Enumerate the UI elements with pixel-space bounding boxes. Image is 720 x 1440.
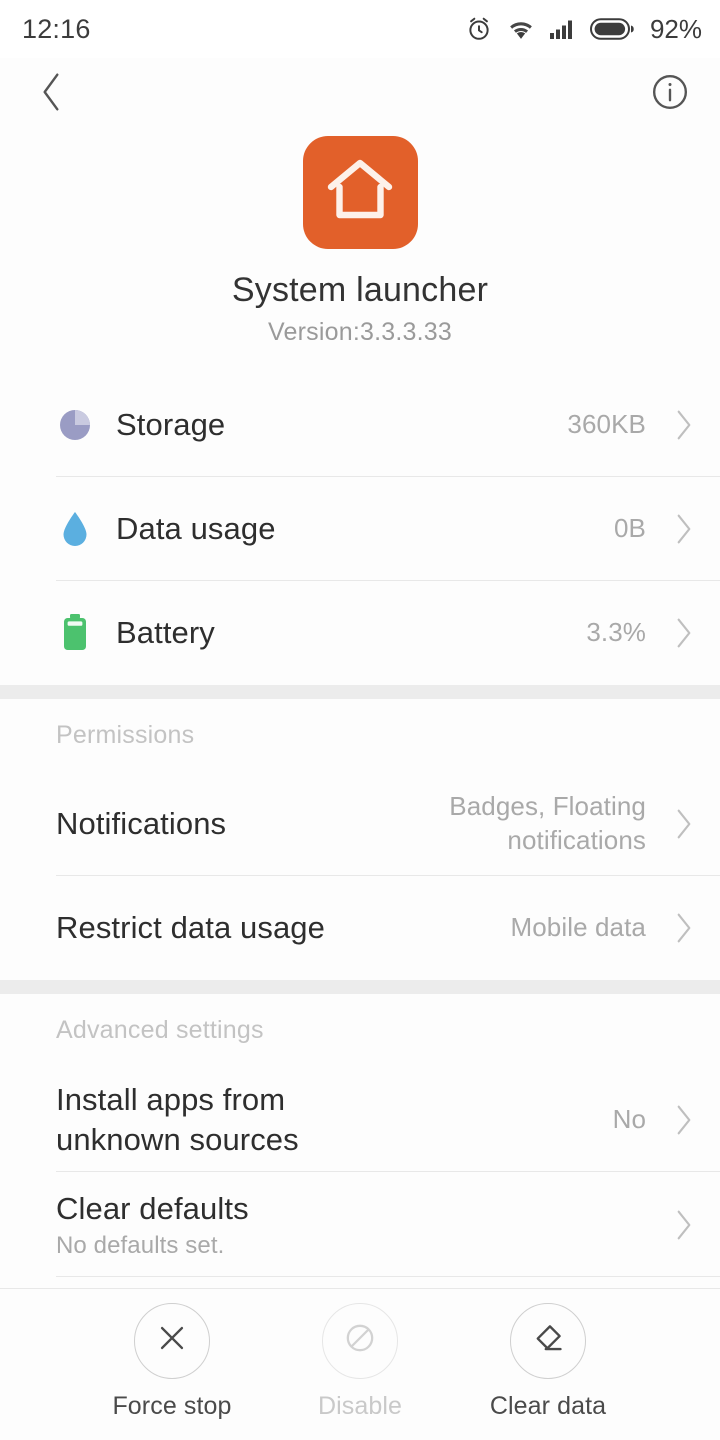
close-x-icon xyxy=(155,1321,189,1360)
app-icon xyxy=(302,136,418,249)
row-data-usage-label: Data usage xyxy=(116,511,276,547)
clear-data-circle xyxy=(510,1302,586,1379)
row-clear-defaults-subtitle: No defaults set. xyxy=(56,1232,225,1260)
row-install-unknown-sources-value: No xyxy=(612,1103,646,1134)
chevron-right-icon xyxy=(660,1209,694,1241)
advanced-section-title: Advanced settings xyxy=(56,1016,264,1044)
back-button[interactable] xyxy=(28,70,76,118)
cellular-signal-icon xyxy=(549,17,577,41)
row-notifications-main: Notifications xyxy=(56,804,376,844)
battery-icon xyxy=(589,17,634,41)
row-restrict-data-usage-main: Restrict data usage xyxy=(56,908,510,948)
chevron-right-icon xyxy=(660,617,694,649)
row-clear-defaults-label: Clear defaults xyxy=(56,1190,249,1226)
row-battery-main: Battery xyxy=(116,613,586,653)
section-divider-band xyxy=(0,980,720,994)
home-launcher-icon xyxy=(327,158,393,227)
row-storage-value: 360KB xyxy=(567,409,646,440)
chevron-right-icon xyxy=(660,808,694,840)
disable-button: Disable xyxy=(285,1302,435,1421)
disable-circle xyxy=(322,1302,398,1379)
eraser-icon xyxy=(530,1320,566,1361)
content-spacer xyxy=(0,1277,720,1288)
row-storage[interactable]: Storage 360KB xyxy=(0,373,720,477)
bottom-action-bar: Force stop Disable Clear data xyxy=(0,1288,720,1440)
row-restrict-data-usage-value: Mobile data xyxy=(510,912,646,943)
row-clear-defaults[interactable]: Clear defaults No defaults set. xyxy=(0,1172,720,1277)
row-install-unknown-sources-label: Install apps from unknown sources xyxy=(56,1081,299,1157)
clear-data-label: Clear data xyxy=(489,1391,607,1420)
row-storage-label: Storage xyxy=(116,407,226,443)
clear-data-button[interactable]: Clear data xyxy=(473,1302,623,1421)
chevron-right-icon xyxy=(660,409,694,441)
row-data-usage[interactable]: Data usage 0B xyxy=(0,477,720,581)
app-version: Version:3.3.3.33 xyxy=(268,318,452,346)
row-install-unknown-sources-main: Install apps from unknown sources xyxy=(56,1080,613,1159)
row-notifications-value: Badges, Floating notifications xyxy=(449,791,646,855)
force-stop-button[interactable]: Force stop xyxy=(97,1302,247,1421)
app-details-button[interactable] xyxy=(646,70,694,118)
battery-percent: 92% xyxy=(649,13,702,44)
wifi-icon xyxy=(506,17,536,41)
force-stop-label: Force stop xyxy=(112,1391,232,1420)
usage-group: Storage 360KB Data usage 0B Battery 3.3% xyxy=(0,373,720,685)
app-info-screen: 12:16 92% System launcher Version:3.3.3.… xyxy=(0,0,720,1440)
row-data-usage-value: 0B xyxy=(613,513,646,544)
chevron-left-icon xyxy=(37,72,67,117)
chevron-right-icon xyxy=(660,513,694,545)
row-data-usage-main: Data usage xyxy=(116,509,614,549)
pie-chart-icon xyxy=(56,407,94,443)
row-battery-label: Battery xyxy=(116,615,215,651)
info-circle-icon xyxy=(651,73,689,116)
chevron-right-icon xyxy=(660,912,694,944)
row-install-unknown-sources[interactable]: Install apps from unknown sources No xyxy=(0,1067,720,1172)
row-notifications-label: Notifications xyxy=(56,806,227,842)
app-header: System launcher Version:3.3.3.33 xyxy=(0,130,720,373)
block-circle-slash-icon xyxy=(343,1321,377,1360)
alarm-clock-icon xyxy=(465,15,493,43)
status-icons: 92% xyxy=(465,14,702,45)
row-notifications[interactable]: Notifications Badges, Floating notificat… xyxy=(0,772,720,876)
status-time: 12:16 xyxy=(22,13,91,44)
row-restrict-data-usage[interactable]: Restrict data usage Mobile data xyxy=(0,876,720,980)
row-battery[interactable]: Battery 3.3% xyxy=(0,581,720,685)
app-name: System launcher xyxy=(231,271,489,309)
water-drop-icon xyxy=(56,510,94,548)
status-bar: 12:16 92% xyxy=(0,0,720,58)
advanced-settings-group: Advanced settings Install apps from unkn… xyxy=(0,994,720,1277)
permissions-section-title: Permissions xyxy=(56,721,195,749)
row-battery-value: 3.3% xyxy=(586,617,646,648)
section-divider-band xyxy=(0,685,720,699)
top-navigation-bar xyxy=(0,58,720,130)
row-clear-defaults-main: Clear defaults No defaults set. xyxy=(56,1189,646,1261)
permissions-group: Permissions Notifications Badges, Floati… xyxy=(0,699,720,980)
chevron-right-icon xyxy=(660,1104,694,1136)
disable-label: Disable xyxy=(317,1391,403,1420)
row-restrict-data-usage-label: Restrict data usage xyxy=(56,910,325,946)
force-stop-circle xyxy=(134,1302,210,1379)
battery-icon xyxy=(56,613,94,653)
row-storage-main: Storage xyxy=(116,405,567,445)
